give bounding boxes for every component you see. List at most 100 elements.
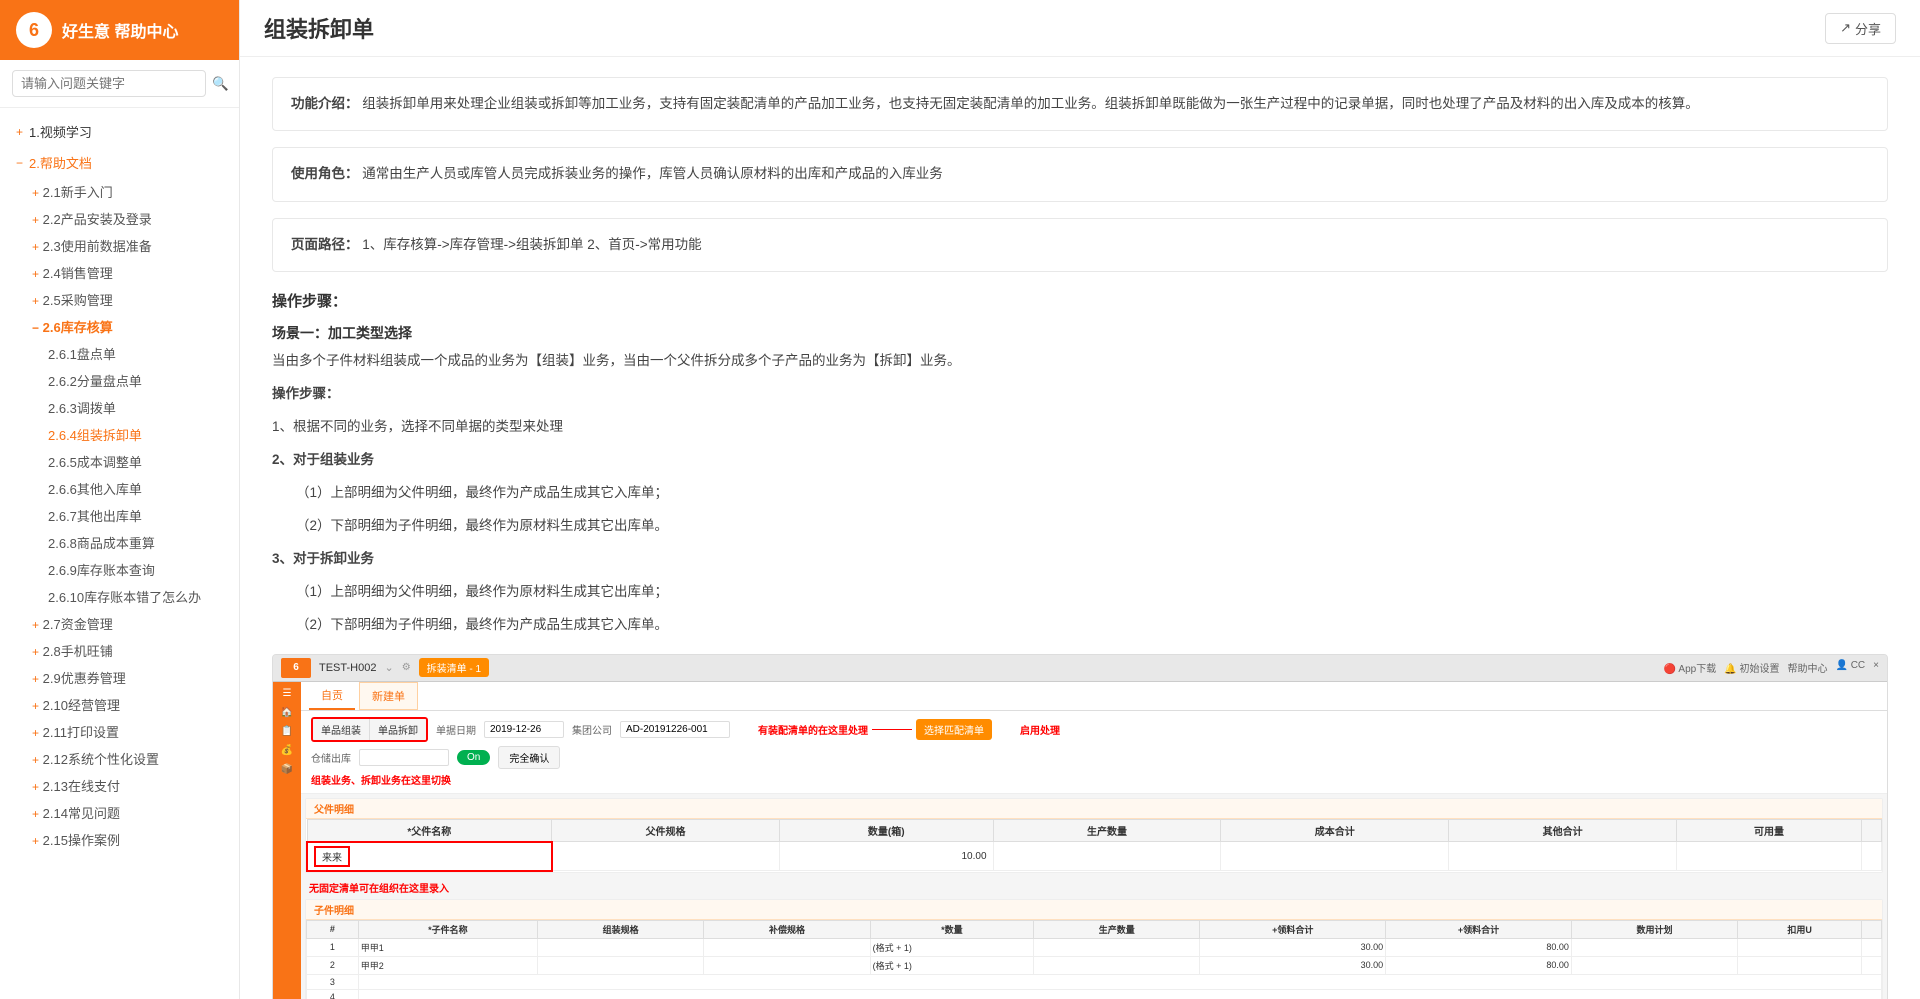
scene1-intro-text: 当由多个子件材料组装成一个成品的业务为【组装】业务，当由一个父件拆分成多个子产品… [272, 353, 961, 368]
sidebar-item-213[interactable]: + 2.13在线支付 [0, 772, 239, 799]
plus-icon: + [32, 240, 39, 254]
sidebar-item-27[interactable]: + 2.7资金管理 [0, 610, 239, 637]
ss-type-assemble[interactable]: 单品组装 [313, 719, 369, 740]
sidebar-sub-label: 2.1新手入门 [43, 185, 113, 200]
path-text: 1、库存核算->库存管理->组装拆卸单 2、首页->常用功能 [362, 237, 701, 252]
plus-icon: + [32, 780, 39, 794]
sidebar-sub-label: 2.5采购管理 [43, 293, 113, 308]
sidebar-item-265[interactable]: 2.6.5成本调整单 [0, 448, 239, 475]
sidebar-item-211[interactable]: + 2.11打印设置 [0, 718, 239, 745]
operations-heading: 操作步骤： [272, 290, 1888, 311]
sidebar-sub-label: 2.10经营管理 [43, 698, 120, 713]
ss-order-input[interactable] [620, 721, 730, 738]
ops-steps-label: 操作步骤： [272, 382, 1888, 407]
plus-icon: + [32, 834, 39, 848]
sidebar-item-212[interactable]: + 2.12系统个性化设置 [0, 745, 239, 772]
ss-annotation1: 有装配清单的在这里处理 [758, 722, 868, 737]
step3-1: （1）上部明细为父件明细，最终作为原材料生成其它出库单； [296, 580, 1888, 605]
plus-icon: + [32, 294, 39, 308]
sidebar-sub-label: 2.6库存核算 [43, 320, 113, 335]
sidebar-item-266[interactable]: 2.6.6其他入库单 [0, 475, 239, 502]
ss-tab-new[interactable]: 新建单 [359, 682, 418, 710]
sidebar-sub-label: 2.6.4组装拆卸单 [48, 428, 142, 443]
sidebar-item-210[interactable]: + 2.10经营管理 [0, 691, 239, 718]
ss-annotation2: 启用处理 [1020, 722, 1060, 737]
minus-icon: − [16, 156, 23, 170]
logo-char: 6 [29, 20, 39, 41]
path-block: 页面路径： 1、库存核算->库存管理->组装拆卸单 2、首页->常用功能 [272, 218, 1888, 272]
step3-2: （2）下部明细为子件明细，最终作为产成品生成其它入库单。 [296, 613, 1888, 638]
ss-date-label: 单据日期 [436, 722, 476, 737]
plus-icon: + [32, 618, 39, 632]
ss-title: TEST-H002 [319, 662, 376, 674]
sidebar-item-267[interactable]: 2.6.7其他出库单 [0, 502, 239, 529]
sidebar-item-warehouse[interactable]: − 2.6库存核算 [0, 313, 239, 340]
ss-choose-btn[interactable]: 选择匹配清单 [916, 719, 992, 740]
ss-type-disassemble[interactable]: 单品拆卸 [369, 719, 426, 740]
sidebar-sub-label: 2.7资金管理 [43, 617, 113, 632]
ss-date-input[interactable] [484, 721, 564, 738]
sidebar-sub-label: 2.14常见问题 [43, 806, 120, 821]
step2: 2、对于组装业务 [272, 448, 1888, 473]
ss-tab-home[interactable]: 自贡 [309, 682, 355, 710]
ss-parent-section: 父件明细 [306, 799, 1882, 819]
plus-icon: + [32, 213, 39, 227]
sidebar-item-215[interactable]: + 2.15操作案例 [0, 826, 239, 853]
search-input[interactable] [12, 70, 206, 97]
main-content: 组装拆卸单 ↗ 分享 功能介绍： 组装拆卸单用来处理企业组装或拆卸等加工业务，支… [240, 0, 1920, 999]
sidebar-item-install[interactable]: + 2.2产品安装及登录 [0, 205, 239, 232]
sidebar-item-dataprep[interactable]: + 2.3使用前数据准备 [0, 232, 239, 259]
sidebar-sub-label: 2.3使用前数据准备 [43, 239, 152, 254]
sidebar-sub-label: 2.9优惠券管理 [43, 671, 126, 686]
ss-warehouse-input[interactable] [359, 749, 449, 766]
nav-tree: + 1.视频学习 − 2.帮助文档 + 2.1新手入门 + 2.2产品安装及登录… [0, 108, 239, 999]
sidebar-item-2610[interactable]: 2.6.10库存账本错了怎么办 [0, 583, 239, 610]
role-text: 通常由生产人员或库管人员完成拆装业务的操作，库管人员确认原材料的出库和产成品的入… [362, 166, 943, 181]
ss-toggle[interactable]: On [457, 750, 490, 765]
sidebar-sub-label: 2.6.7其他出库单 [48, 509, 142, 524]
role-label: 使用角色： [291, 166, 359, 181]
scene1-label: 场景一：加工类型选择 [272, 325, 412, 341]
sidebar-item-29[interactable]: + 2.9优惠券管理 [0, 664, 239, 691]
plus-icon: + [16, 125, 23, 139]
sidebar-item-label: 1.视频学习 [29, 122, 92, 141]
sidebar-item-new[interactable]: + 2.1新手入门 [0, 178, 239, 205]
search-button[interactable]: 🔍 [212, 76, 229, 92]
page-title: 组装拆卸单 [264, 12, 374, 44]
sidebar-sub-label: 2.12系统个性化设置 [43, 752, 159, 767]
sidebar-item-269[interactable]: 2.6.9库存账本查询 [0, 556, 239, 583]
plus-icon: + [32, 807, 39, 821]
sidebar-item-264[interactable]: 2.6.4组装拆卸单 [0, 421, 239, 448]
sidebar-sub-label: 2.4销售管理 [43, 266, 113, 281]
plus-icon: + [32, 645, 39, 659]
sidebar-sub-label: 2.6.3调拨单 [48, 401, 116, 416]
sidebar-item-268[interactable]: 2.6.8商品成本重算 [0, 529, 239, 556]
sidebar-item-docs[interactable]: − 2.帮助文档 [0, 147, 239, 178]
sidebar-sub-label: 2.6.9库存账本查询 [48, 563, 155, 578]
sidebar-item-sales[interactable]: + 2.4销售管理 [0, 259, 239, 286]
function-intro-block: 功能介绍： 组装拆卸单用来处理企业组装或拆卸等加工业务，支持有固定装配清单的产品… [272, 77, 1888, 131]
ss-annotation4: 无固定清单可在组织在这里录入 [309, 884, 449, 895]
sidebar-sub-label: 2.13在线支付 [43, 779, 120, 794]
sidebar-item-28[interactable]: + 2.8手机旺铺 [0, 637, 239, 664]
app-name: 好生意 帮助中心 [62, 18, 178, 42]
sidebar-sub-label: 2.6.1盘点单 [48, 347, 116, 362]
sidebar: 6 好生意 帮助中心 🔍 + 1.视频学习 − 2.帮助文档 + 2.1新手入门… [0, 0, 240, 999]
sidebar-item-261[interactable]: 2.6.1盘点单 [0, 340, 239, 367]
function-intro-text: 组装拆卸单用来处理企业组装或拆卸等加工业务，支持有固定装配清单的产品加工业务，也… [362, 96, 1699, 111]
share-button[interactable]: ↗ 分享 [1825, 13, 1896, 44]
scene1-intro: 当由多个子件材料组装成一个成品的业务为【组装】业务，当由一个父件拆分成多个子产品… [272, 349, 1888, 374]
sidebar-item-214[interactable]: + 2.14常见问题 [0, 799, 239, 826]
ss-confirm-btn[interactable]: 完全确认 [498, 746, 560, 769]
sidebar-item-purchase[interactable]: + 2.5采购管理 [0, 286, 239, 313]
plus-icon: + [32, 672, 39, 686]
sidebar-item-262[interactable]: 2.6.2分量盘点单 [0, 367, 239, 394]
sidebar-sub-label: 2.8手机旺铺 [43, 644, 113, 659]
sidebar-sub-label: 2.6.10库存账本错了怎么办 [48, 590, 201, 605]
content-area: 功能介绍： 组装拆卸单用来处理企业组装或拆卸等加工业务，支持有固定装配清单的产品… [240, 57, 1920, 999]
sidebar-item-263[interactable]: 2.6.3调拨单 [0, 394, 239, 421]
sidebar-header: 6 好生意 帮助中心 [0, 0, 239, 60]
sidebar-item-video[interactable]: + 1.视频学习 [0, 116, 239, 147]
ss-top-btn: 拆装清单 - 1 [419, 658, 489, 677]
scene1-heading: 场景一：加工类型选择 [272, 323, 1888, 343]
